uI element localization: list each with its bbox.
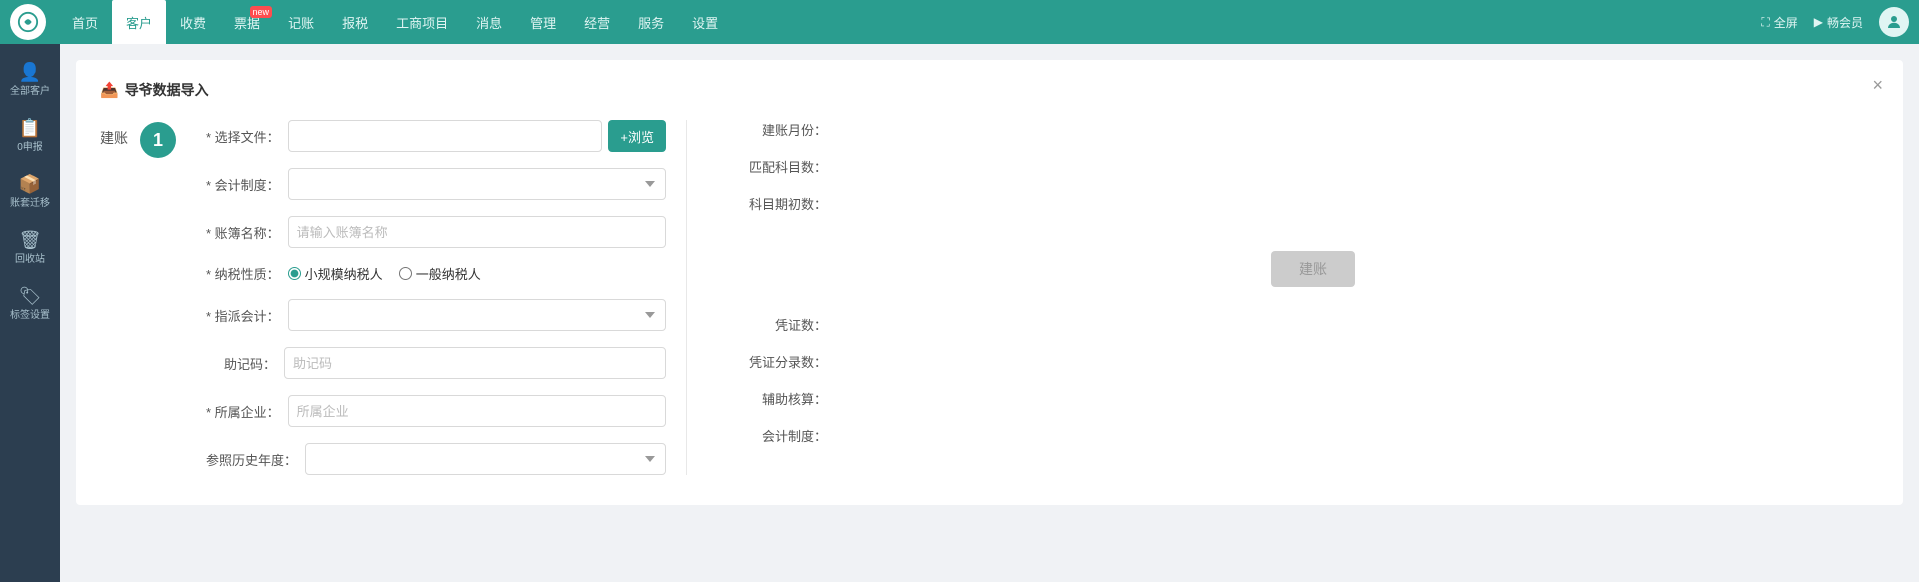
- aux-accounting-row: 辅助核算：: [747, 389, 1879, 408]
- customers-icon: 👤: [19, 62, 41, 83]
- sidebar-item-tags[interactable]: 🏷 标签设置: [0, 278, 60, 330]
- nav-invoices[interactable]: 票据 new: [220, 0, 274, 44]
- form-right: 建账月份： 匹配科目数： 科目期初数： 建账 凭证: [747, 120, 1879, 475]
- match-subjects-row: 匹配科目数：: [747, 157, 1879, 176]
- aux-accounting-label: 辅助核算：: [747, 389, 827, 408]
- owner-company-label: * 所属企业：: [206, 402, 280, 421]
- file-input[interactable]: [288, 120, 603, 152]
- owner-company-input[interactable]: [288, 395, 666, 427]
- nav-tax[interactable]: 报税: [328, 0, 382, 44]
- top-navigation: 首页 客户 收费 票据 new 记账 报税 工商项目 消息 管理 经营 服务 设…: [0, 0, 1919, 44]
- assign-accountant-label: * 指派会计：: [206, 306, 280, 325]
- subject-init-label: 科目期初数：: [747, 194, 827, 213]
- sidebar-item-recycle[interactable]: 🗑 回收站: [0, 222, 60, 274]
- form-center: * 选择文件： +浏览 * 会计制度：: [206, 120, 666, 475]
- step-section: 建账 1: [100, 120, 176, 475]
- nav-customers[interactable]: 客户: [112, 0, 166, 44]
- right-accounting-system-label: 会计制度：: [747, 426, 827, 445]
- avatar[interactable]: [1879, 7, 1909, 37]
- file-row: * 选择文件： +浏览: [206, 120, 666, 152]
- ref-year-label: 参照历史年度：: [206, 450, 297, 469]
- import-dialog: 📤 导爷数据导入 × 建账 1 * 选择文件：: [76, 60, 1903, 505]
- fullscreen-icon: ⛶: [1761, 15, 1769, 30]
- memo-code-input[interactable]: [284, 347, 666, 379]
- nav-right-section: ⛶ 全屏 ▶ 畅会员: [1761, 7, 1909, 37]
- assign-accountant-row: * 指派会计：: [206, 299, 666, 331]
- ledger-name-label: * 账簿名称：: [206, 223, 280, 242]
- main-layout: 👤 全部客户 📋 0申报 📦 账套迁移 🗑 回收站 🏷 标签设置 📤 导爷数据导…: [0, 44, 1919, 582]
- nav-management[interactable]: 管理: [516, 0, 570, 44]
- tax-nature-small-radio[interactable]: 小规模纳税人: [288, 264, 383, 283]
- sidebar: 👤 全部客户 📋 0申报 📦 账套迁移 🗑 回收站 🏷 标签设置: [0, 44, 60, 582]
- owner-company-row: * 所属企业：: [206, 395, 666, 427]
- nav-home[interactable]: 首页: [58, 0, 112, 44]
- tax-nature-row: * 纳税性质： 小规模纳税人 一般纳税人: [206, 264, 666, 283]
- step-label: 建账: [100, 120, 128, 148]
- nav-operations[interactable]: 经营: [570, 0, 624, 44]
- file-label: * 选择文件：: [206, 127, 280, 146]
- dialog-title: 导爷数据导入: [125, 80, 209, 100]
- dialog-title-row: 📤 导爷数据导入: [100, 80, 1879, 100]
- subject-init-row: 科目期初数：: [747, 194, 1879, 213]
- build-month-label: 建账月份：: [747, 120, 827, 139]
- ref-year-select[interactable]: [305, 443, 666, 475]
- voucher-count-label: 凭证数：: [747, 315, 827, 334]
- main-content: 📤 导爷数据导入 × 建账 1 * 选择文件：: [60, 44, 1919, 582]
- app-logo[interactable]: [10, 4, 46, 40]
- member-icon: ▶: [1814, 15, 1823, 29]
- ref-year-row: 参照历史年度：: [206, 443, 666, 475]
- tax-nature-label: * 纳税性质：: [206, 264, 280, 283]
- nav-menu: 首页 客户 收费 票据 new 记账 报税 工商项目 消息 管理 经营 服务 设…: [58, 0, 1761, 44]
- ledger-name-input[interactable]: [288, 216, 666, 248]
- member-btn[interactable]: ▶ 畅会员: [1814, 14, 1863, 31]
- ledger-name-row: * 账簿名称：: [206, 216, 666, 248]
- sidebar-item-zero-declaration[interactable]: 📋 0申报: [0, 110, 60, 162]
- step-badge: 1: [140, 122, 176, 158]
- sidebar-item-migrate[interactable]: 📦 账套迁移: [0, 166, 60, 218]
- file-input-row: +浏览: [288, 120, 666, 152]
- right-accounting-system-row: 会计制度：: [747, 426, 1879, 445]
- build-account-button[interactable]: 建账: [1271, 251, 1355, 287]
- build-month-row: 建账月份：: [747, 120, 1879, 139]
- nav-bookkeeping[interactable]: 记账: [274, 0, 328, 44]
- import-icon: 📤: [100, 81, 119, 99]
- tax-nature-radio-group: 小规模纳税人 一般纳税人: [288, 264, 481, 283]
- nav-fees[interactable]: 收费: [166, 0, 220, 44]
- accounting-system-label: * 会计制度：: [206, 175, 280, 194]
- voucher-entries-label: 凭证分录数：: [747, 352, 827, 371]
- nav-services[interactable]: 服务: [624, 0, 678, 44]
- accounting-system-select[interactable]: [288, 168, 666, 200]
- migrate-icon: 📦: [19, 174, 41, 195]
- form-layout: 建账 1 * 选择文件： +浏览: [100, 120, 1879, 475]
- close-button[interactable]: ×: [1872, 76, 1883, 94]
- memo-code-label: 助记码：: [206, 354, 276, 373]
- declaration-icon: 📋: [19, 118, 41, 139]
- new-badge: new: [250, 6, 273, 18]
- sidebar-item-all-customers[interactable]: 👤 全部客户: [0, 54, 60, 106]
- fullscreen-btn[interactable]: ⛶ 全屏: [1761, 14, 1797, 31]
- voucher-count-row: 凭证数：: [747, 315, 1879, 334]
- trash-icon: 🗑: [19, 230, 42, 251]
- nav-messages[interactable]: 消息: [462, 0, 516, 44]
- vertical-divider: [686, 120, 687, 475]
- memo-code-row: 助记码：: [206, 347, 666, 379]
- voucher-entries-row: 凭证分录数：: [747, 352, 1879, 371]
- nav-business[interactable]: 工商项目: [382, 0, 462, 44]
- assign-accountant-select[interactable]: [288, 299, 666, 331]
- tax-nature-general-radio[interactable]: 一般纳税人: [399, 264, 481, 283]
- accounting-system-row: * 会计制度：: [206, 168, 666, 200]
- match-subjects-label: 匹配科目数：: [747, 157, 827, 176]
- tag-icon: 🏷: [19, 286, 42, 307]
- nav-settings[interactable]: 设置: [678, 0, 732, 44]
- browse-button[interactable]: +浏览: [608, 120, 666, 152]
